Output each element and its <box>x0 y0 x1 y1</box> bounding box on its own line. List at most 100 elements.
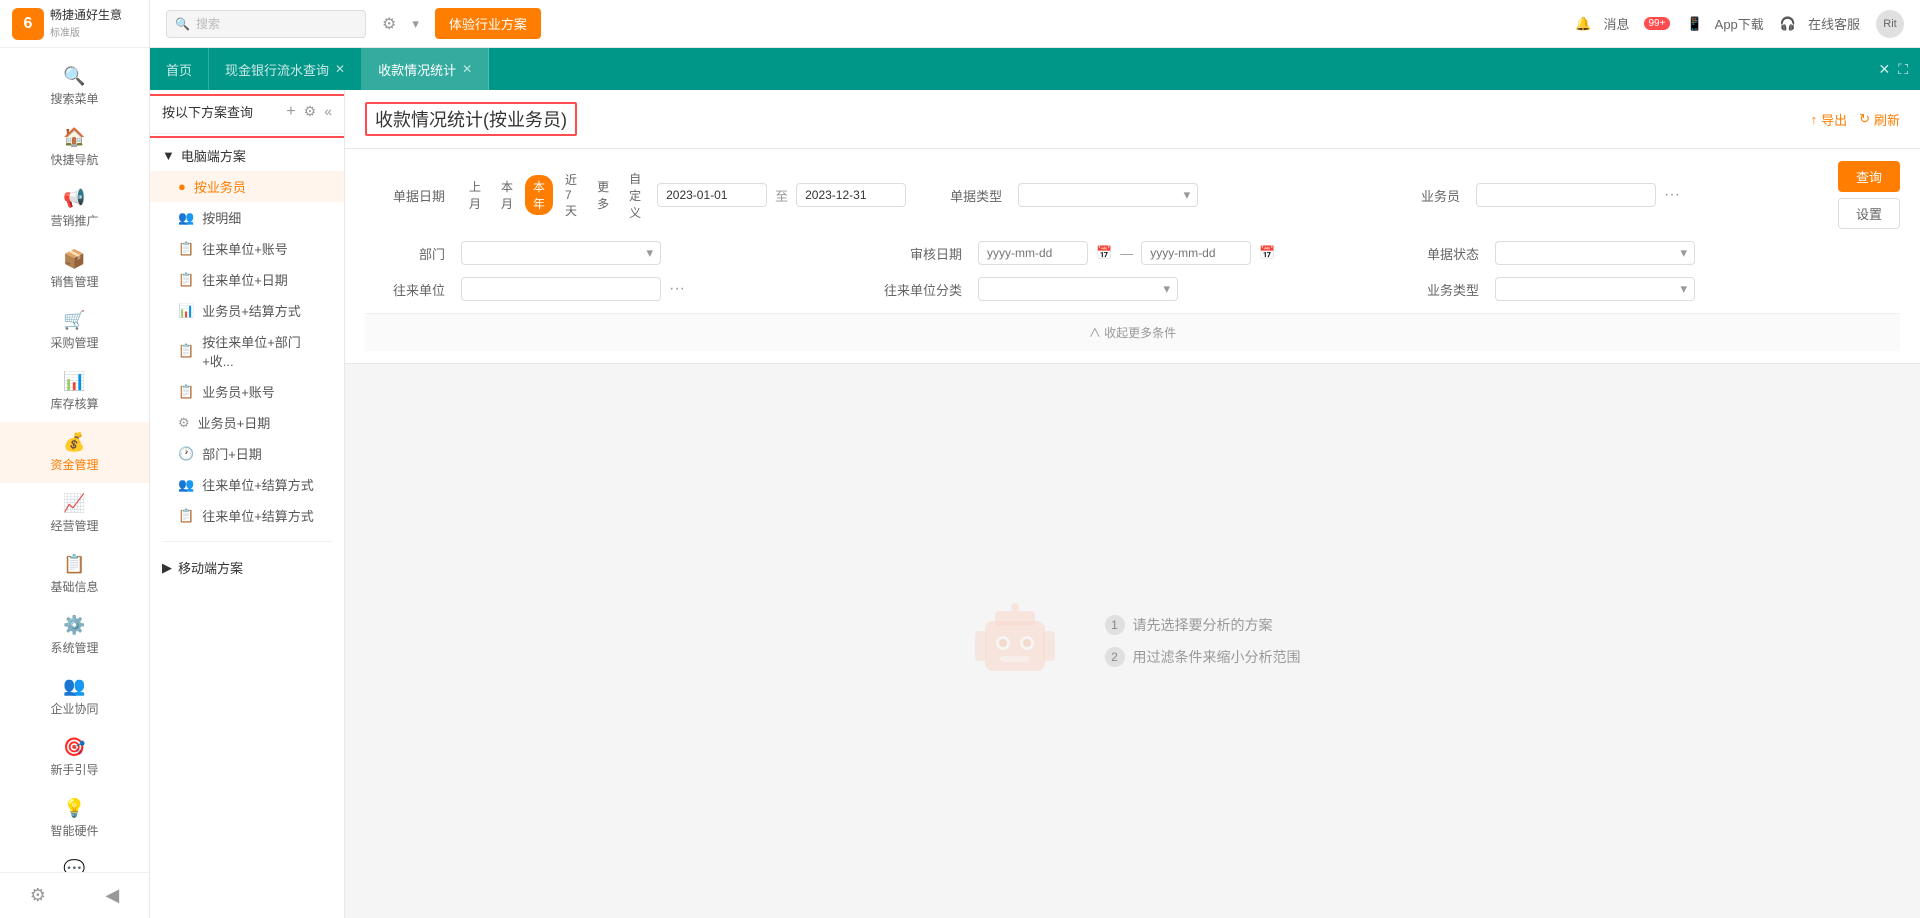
business-type-select[interactable] <box>1495 277 1695 301</box>
top-bar: 🔍 搜索 ⚙ ▾ 体验行业方案 🔔 消息 99+ 📱 App下载 🎧 在线客服 <box>150 0 1920 48</box>
salesman-control: ··· <box>1476 183 1822 207</box>
scheme-item-by-salesman[interactable]: ● 按业务员 <box>150 171 344 202</box>
scheme-group-desktop-header[interactable]: ▼ 电脑端方案 <box>150 140 344 171</box>
online-service-group[interactable]: 🎧 在线客服 <box>1780 14 1860 33</box>
sidebar-item-guide[interactable]: 🎯 新手引导 <box>0 727 149 788</box>
sidebar-item-marketing[interactable]: 📢 营销推广 <box>0 178 149 239</box>
settings-icon[interactable]: ⚙ <box>30 885 46 906</box>
partner-category-select[interactable] <box>978 277 1178 301</box>
date-from-input[interactable] <box>657 183 767 207</box>
sidebar-item-hardware[interactable]: 💡 智能硬件 <box>0 788 149 849</box>
left-panel: 按以下方案查询 + ⚙ « ▼ 电脑端方案 <box>150 90 345 918</box>
scheme-item-salesman-date[interactable]: ⚙ 业务员+日期 <box>150 407 344 438</box>
scheme-item-partner-account[interactable]: 📋 往来单位+账号 <box>150 233 344 264</box>
setting-scheme-icon[interactable]: ⚙ <box>304 103 317 121</box>
notification-group[interactable]: 🔔 消息 99+ <box>1575 14 1670 33</box>
audit-to-calendar-icon[interactable]: 📅 <box>1259 245 1275 261</box>
sidebar-item-search[interactable]: 🔍 搜索菜单 <box>0 56 149 117</box>
dept-select-wrapper <box>461 241 661 265</box>
sidebar-item-funds[interactable]: 💰 资金管理 <box>0 422 149 483</box>
tab-close-all-icon[interactable]: ✕ <box>1878 61 1890 78</box>
dropdown-icon[interactable]: ▾ <box>412 16 419 32</box>
audit-from-input[interactable] <box>978 241 1088 265</box>
tab-close-cashflow[interactable]: ✕ <box>335 62 345 76</box>
sidebar-item-basic[interactable]: 📋 基础信息 <box>0 544 149 605</box>
bill-status-select[interactable] <box>1495 241 1695 265</box>
collapse-more-conditions[interactable]: ∧ 收起更多条件 <box>365 313 1900 351</box>
tab-expand-icon[interactable]: ⛶ <box>1898 61 1908 78</box>
logo-text: 畅捷通好生意 <box>50 8 122 24</box>
scheme-item-partner-dept[interactable]: 📋 按往来单位+部门+收... <box>150 326 344 376</box>
right-panel: 收款情况统计(按业务员) ↑ 导出 ↻ 刷新 <box>345 90 1920 918</box>
home-icon: 🏠 <box>63 127 85 148</box>
scheme-item-partner-payment1[interactable]: 👥 往来单位+结算方式 <box>150 469 344 500</box>
date-tab-more[interactable]: 更多 <box>589 175 617 215</box>
tab-collection[interactable]: 收款情况统计 ✕ <box>362 48 489 90</box>
date-tab-7days[interactable]: 近7天 <box>557 168 585 222</box>
scheme-item-salesman-account[interactable]: 📋 业务员+账号 <box>150 376 344 407</box>
scheme-item-partner-payment2[interactable]: 📋 往来单位+结算方式 <box>150 500 344 531</box>
date-tab-this-month[interactable]: 本月 <box>493 175 521 215</box>
scheme-icon: 👥 <box>178 477 194 493</box>
dept-select[interactable] <box>461 241 661 265</box>
scheme-detail-icon: 👥 <box>178 210 194 226</box>
date-tab-this-year[interactable]: 本年 <box>525 175 553 215</box>
date-tab-last-month[interactable]: 上月 <box>461 175 489 215</box>
business-type-select-wrapper <box>1495 277 1695 301</box>
trial-button[interactable]: 体验行业方案 <box>435 8 541 39</box>
user-avatar[interactable]: Rit <box>1876 10 1904 38</box>
scheme-item-partner-date[interactable]: 📋 往来单位+日期 <box>150 264 344 295</box>
sidebar-item-sales[interactable]: 📦 销售管理 <box>0 239 149 300</box>
refresh-button[interactable]: ↻ 刷新 <box>1859 110 1900 129</box>
add-scheme-icon[interactable]: + <box>286 103 295 121</box>
scheme-active-icon: ● <box>178 179 186 194</box>
scheme-group-mobile-header[interactable]: ▶ 移动端方案 <box>150 552 344 583</box>
tab-home[interactable]: 首页 <box>150 48 209 90</box>
chevron-down-icon: ▼ <box>162 148 175 163</box>
date-range-separator: 至 <box>775 186 788 205</box>
sidebar-item-wechat[interactable]: 💬 企业微信 <box>0 849 149 872</box>
sidebar-item-label: 企业协同 <box>50 700 98 717</box>
query-button[interactable]: 查询 <box>1838 161 1900 192</box>
sidebar-footer: ⚙ ◀ <box>0 872 149 918</box>
sidebar-item-inventory[interactable]: 📊 库存核算 <box>0 361 149 422</box>
audit-to-input[interactable] <box>1141 241 1251 265</box>
funds-icon: 💰 <box>63 432 85 453</box>
empty-tip-1: 1 请先选择要分析的方案 <box>1105 615 1301 635</box>
sidebar-item-system[interactable]: ⚙️ 系统管理 <box>0 605 149 666</box>
sidebar-nav: 🔍 搜索菜单 🏠 快捷导航 📢 营销推广 📦 销售管理 🛒 采购管理 📊 <box>0 48 149 872</box>
app-download-group[interactable]: 📱 App下载 <box>1686 14 1763 33</box>
gear-icon[interactable]: ⚙ <box>382 14 396 34</box>
sidebar-item-operations[interactable]: 📈 经营管理 <box>0 483 149 544</box>
bill-type-select[interactable] <box>1018 183 1198 207</box>
tab-cashflow[interactable]: 现金银行流水查询 ✕ <box>209 48 362 90</box>
empty-tip-2: 2 用过滤条件来缩小分析范围 <box>1105 647 1301 667</box>
sidebar-item-nav[interactable]: 🏠 快捷导航 <box>0 117 149 178</box>
sidebar-item-label: 新手引导 <box>50 761 98 778</box>
collapse-sidebar-icon[interactable]: ◀ <box>105 885 119 906</box>
sidebar-item-collab[interactable]: 👥 企业协同 <box>0 666 149 727</box>
scheme-item-label: 按业务员 <box>194 177 246 196</box>
page-content: 按以下方案查询 + ⚙ « ▼ 电脑端方案 <box>150 90 1920 918</box>
action-buttons: 查询 设置 <box>1838 161 1900 229</box>
collapse-panel-icon[interactable]: « <box>324 103 332 121</box>
salesman-input[interactable] <box>1476 183 1656 207</box>
scheme-icon: 📋 <box>178 508 194 524</box>
export-button[interactable]: ↑ 导出 <box>1811 110 1848 129</box>
date-to-input[interactable] <box>796 183 906 207</box>
tab-close-collection[interactable]: ✕ <box>462 62 472 76</box>
partner-input[interactable] <box>461 277 661 301</box>
partner-more-icon[interactable]: ··· <box>669 280 685 298</box>
scheme-item-label: 往来单位+账号 <box>202 239 288 258</box>
scheme-item-dept-date[interactable]: 🕐 部门+日期 <box>150 438 344 469</box>
audit-date-calendar-icon[interactable]: 📅 <box>1096 245 1112 261</box>
scheme-icon: 📋 <box>178 343 194 359</box>
settings-button[interactable]: 设置 <box>1838 198 1900 229</box>
sidebar-item-purchase[interactable]: 🛒 采购管理 <box>0 300 149 361</box>
salesman-more-icon[interactable]: ··· <box>1664 186 1680 204</box>
search-box[interactable]: 🔍 搜索 <box>166 10 366 38</box>
scheme-item-salesman-payment[interactable]: 📊 业务员+结算方式 <box>150 295 344 326</box>
date-tab-custom[interactable]: 自定义 <box>621 167 649 224</box>
sidebar-item-label: 系统管理 <box>50 639 98 656</box>
scheme-item-detail[interactable]: 👥 按明细 <box>150 202 344 233</box>
